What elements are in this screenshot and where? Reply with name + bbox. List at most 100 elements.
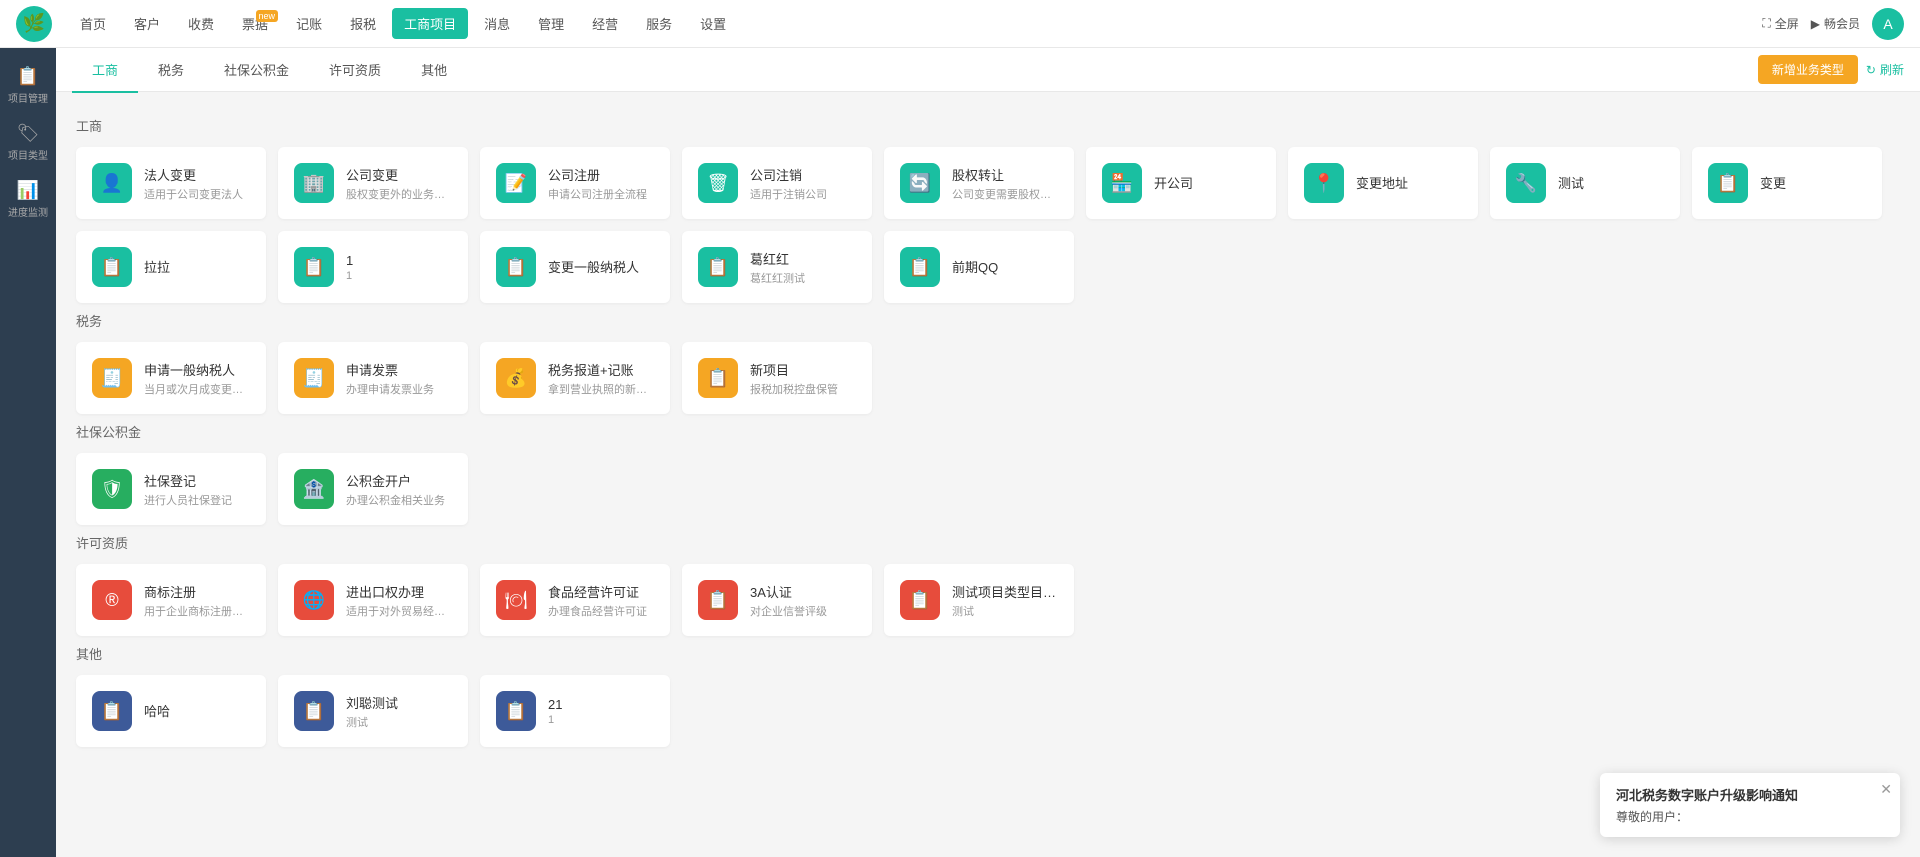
- card-text: 刘聪测试测试: [346, 693, 452, 730]
- card-公司注销[interactable]: 🗑公司注销适用于注销公司: [682, 147, 872, 219]
- notification-popup: ✕ 河北税务数字账户升级影响通知 尊敬的用户：: [1600, 773, 1900, 837]
- sidebar-label: 项目管理: [8, 90, 48, 105]
- card-icon: 🧾: [294, 358, 334, 398]
- card-icon: 🧾: [92, 358, 132, 398]
- card-desc: 申请公司注册全流程: [548, 186, 654, 202]
- card-desc: 葛红红测试: [750, 270, 856, 286]
- card-测试项目类型目定义[interactable]: 📋 测试项目类型目定义测试: [884, 564, 1074, 636]
- fullscreen-btn[interactable]: ⛶ 全屏: [1762, 15, 1798, 32]
- cards-grid-税务: 🧾申请一般纳税人当月或次月成变更完成🧾申请发票办理申请发票业务💰税务报道+记账拿…: [76, 342, 1900, 414]
- card-desc: 1: [548, 714, 654, 726]
- card-text: 开公司: [1154, 173, 1260, 194]
- card-icon: 🌐: [294, 580, 334, 620]
- card-icon: 🍽: [496, 580, 536, 620]
- card-变更地址[interactable]: 📍变更地址: [1288, 147, 1478, 219]
- card-title: 前期QQ: [952, 257, 1058, 276]
- sidebar-item-项目类型[interactable]: 🏷项目类型: [0, 113, 56, 170]
- card-股权转让[interactable]: 🔄股权转让公司变更需要股权转让: [884, 147, 1074, 219]
- card-公司注册[interactable]: 📝公司注册申请公司注册全流程: [480, 147, 670, 219]
- nav-item-管理[interactable]: 管理: [526, 8, 576, 39]
- card-icon: 📋: [900, 580, 940, 620]
- card-哈哈[interactable]: 📋哈哈: [76, 675, 266, 747]
- tab-其他[interactable]: 其他: [401, 48, 467, 93]
- nav-item-首页[interactable]: 首页: [68, 8, 118, 39]
- tab-税务[interactable]: 税务: [138, 48, 204, 93]
- card-icon: 🏦: [294, 469, 334, 509]
- card-title: 商标注册: [144, 582, 250, 601]
- card-title: 测试: [1558, 173, 1664, 192]
- nav-item-收费[interactable]: 收费: [176, 8, 226, 39]
- card-变更[interactable]: 📋变更: [1692, 147, 1882, 219]
- card-开公司[interactable]: 🏪开公司: [1086, 147, 1276, 219]
- card-3A认证[interactable]: 📋3A认证对企业信誉评级: [682, 564, 872, 636]
- notif-title: 河北税务数字账户升级影响通知: [1616, 785, 1884, 804]
- card-icon: 👤: [92, 163, 132, 203]
- notif-close-btn[interactable]: ✕: [1880, 781, 1892, 798]
- card-icon: 📋: [900, 247, 940, 287]
- sidebar-item-进度监测[interactable]: 📊进度监测: [0, 170, 56, 227]
- card-icon: 💰: [496, 358, 536, 398]
- card-刘聪测试[interactable]: 📋刘聪测试测试: [278, 675, 468, 747]
- card-葛红红[interactable]: 📋葛红红葛红红测试: [682, 231, 872, 303]
- cards-grid-许可资质: ®商标注册用于企业商标注册服务🌐进出口权办理适用于对外贸易经营者🍽食品经营许可证…: [76, 564, 1900, 636]
- card-测试[interactable]: 🔧测试: [1490, 147, 1680, 219]
- card-进出口权办理[interactable]: 🌐进出口权办理适用于对外贸易经营者: [278, 564, 468, 636]
- card-食品经营许可证[interactable]: 🍽食品经营许可证办理食品经营许可证: [480, 564, 670, 636]
- refresh-button[interactable]: ↻ 刷新: [1866, 61, 1904, 78]
- nav-item-记账[interactable]: 记账: [284, 8, 334, 39]
- card-title: 申请发票: [346, 360, 452, 379]
- nav-item-报税[interactable]: 报税: [338, 8, 388, 39]
- card-商标注册[interactable]: ®商标注册用于企业商标注册服务: [76, 564, 266, 636]
- card-text: 商标注册用于企业商标注册服务: [144, 582, 250, 619]
- card-title: 股权转让: [952, 165, 1058, 184]
- card-拉拉[interactable]: 📋拉拉: [76, 231, 266, 303]
- nav-item-服务[interactable]: 服务: [634, 8, 684, 39]
- card-1[interactable]: 📋11: [278, 231, 468, 303]
- card-title: 申请一般纳税人: [144, 360, 250, 379]
- card-title: 新项目: [750, 360, 856, 379]
- nav-item-消息[interactable]: 消息: [472, 8, 522, 39]
- sidebar-icon: 📋: [16, 64, 40, 88]
- card-text: 变更地址: [1356, 173, 1462, 194]
- card-desc: 公司变更需要股权转让: [952, 186, 1058, 202]
- section-title-社保公积金: 社保公积金: [76, 422, 1900, 441]
- card-申请发票[interactable]: 🧾申请发票办理申请发票业务: [278, 342, 468, 414]
- card-税务报道+记账[interactable]: 💰税务报道+记账拿到营业执照的新公司: [480, 342, 670, 414]
- tab-许可资质[interactable]: 许可资质: [309, 48, 401, 93]
- card-21[interactable]: 📋211: [480, 675, 670, 747]
- card-变更一般纳税人[interactable]: 📋变更一般纳税人: [480, 231, 670, 303]
- new-type-button[interactable]: 新增业务类型: [1758, 55, 1858, 84]
- card-法人变更[interactable]: 👤 法人变更适用于公司变更法人: [76, 147, 266, 219]
- tab-社保公积金[interactable]: 社保公积金: [204, 48, 309, 93]
- card-text: 法人变更适用于公司变更法人: [144, 165, 250, 202]
- card-新项目[interactable]: 📋新项目报税加税控盘保管: [682, 342, 872, 414]
- nav-item-经营[interactable]: 经营: [580, 8, 630, 39]
- card-title: 开公司: [1154, 173, 1260, 192]
- card-desc: 1: [346, 270, 452, 282]
- card-申请一般纳税人[interactable]: 🧾 申请一般纳税人当月或次月成变更完成: [76, 342, 266, 414]
- member-btn[interactable]: ▶ 畅会员: [1811, 15, 1860, 32]
- card-前期QQ[interactable]: 📋 前期QQ: [884, 231, 1074, 303]
- card-公司变更[interactable]: 🏢公司变更股权变更外的业务变更: [278, 147, 468, 219]
- nav-item-工商项目[interactable]: 工商项目: [392, 8, 468, 39]
- card-desc: 当月或次月成变更完成: [144, 381, 250, 397]
- card-title: 法人变更: [144, 165, 250, 184]
- card-title: 测试项目类型目定义: [952, 582, 1058, 601]
- card-desc: 适用于公司变更法人: [144, 186, 250, 202]
- nav-right: ⛶ 全屏 ▶ 畅会员 A: [1762, 8, 1904, 40]
- user-avatar[interactable]: A: [1872, 8, 1904, 40]
- card-desc: 适用于对外贸易经营者: [346, 603, 452, 619]
- sidebar-icon: 📊: [16, 178, 40, 202]
- card-title: 公司注销: [750, 165, 856, 184]
- card-公积金开户[interactable]: 🏦公积金开户办理公积金相关业务: [278, 453, 468, 525]
- tab-工商[interactable]: 工商: [72, 48, 138, 93]
- card-社保登记[interactable]: 🛡社保登记进行人员社保登记: [76, 453, 266, 525]
- card-text: 11: [346, 253, 452, 282]
- card-title: 税务报道+记账: [548, 360, 654, 379]
- sidebar-item-项目管理[interactable]: 📋 项目管理: [0, 56, 56, 113]
- card-title: 21: [548, 697, 654, 712]
- card-text: 测试项目类型目定义测试: [952, 582, 1058, 619]
- nav-item-客户[interactable]: 客户: [122, 8, 172, 39]
- nav-item-票据[interactable]: 票据new: [230, 8, 280, 39]
- nav-item-设置[interactable]: 设置: [688, 8, 738, 39]
